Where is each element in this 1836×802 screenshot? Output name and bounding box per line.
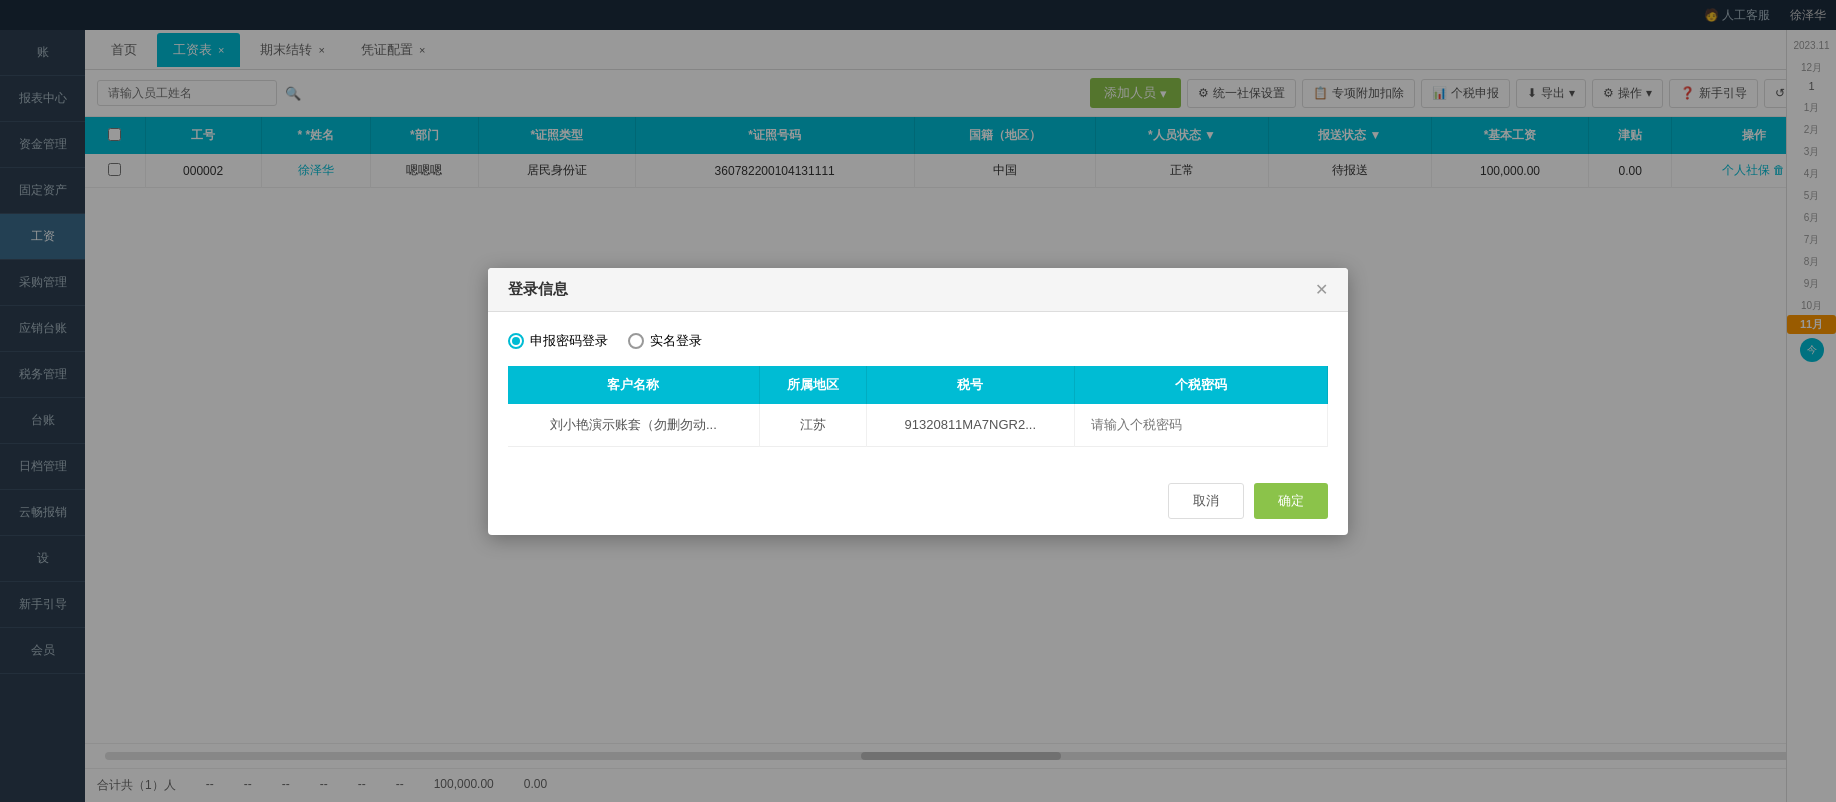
radio-realname-dot bbox=[628, 333, 644, 349]
login-info-dialog: 登录信息 ✕ 申报密码登录 实名登录 客户名称 bbox=[488, 268, 1348, 535]
col-client-name: 客户名称 bbox=[508, 366, 759, 404]
radio-realname-label: 实名登录 bbox=[650, 332, 702, 350]
dialog-table-header: 客户名称 所属地区 税号 个税密码 bbox=[508, 366, 1328, 404]
password-input-cell[interactable] bbox=[1074, 404, 1328, 447]
col-tax-password: 个税密码 bbox=[1074, 366, 1328, 404]
radio-group: 申报密码登录 实名登录 bbox=[508, 332, 1328, 350]
dialog-close-button[interactable]: ✕ bbox=[1315, 280, 1328, 299]
tax-password-input[interactable] bbox=[1091, 417, 1312, 432]
radio-realname-login[interactable]: 实名登录 bbox=[628, 332, 702, 350]
dialog-table-row: 刘小艳演示账套（勿删勿动... 江苏 91320811MA7NGR2... bbox=[508, 404, 1328, 447]
cancel-button[interactable]: 取消 bbox=[1168, 483, 1244, 519]
dialog-footer: 取消 确定 bbox=[488, 467, 1348, 535]
modal-overlay: 登录信息 ✕ 申报密码登录 实名登录 客户名称 bbox=[0, 0, 1836, 802]
col-tax-number: 税号 bbox=[867, 366, 1074, 404]
dialog-table: 客户名称 所属地区 税号 个税密码 刘小艳演示账套（勿删勿动... 江苏 913… bbox=[508, 366, 1328, 447]
dialog-title: 登录信息 bbox=[508, 280, 568, 299]
region-cell: 江苏 bbox=[759, 404, 866, 447]
tax-number-cell: 91320811MA7NGR2... bbox=[867, 404, 1074, 447]
radio-password-label: 申报密码登录 bbox=[530, 332, 608, 350]
col-region: 所属地区 bbox=[759, 366, 866, 404]
client-name-cell: 刘小艳演示账套（勿删勿动... bbox=[508, 404, 759, 447]
dialog-body: 申报密码登录 实名登录 客户名称 所属地区 税号 个税密码 bbox=[488, 312, 1348, 467]
radio-password-dot bbox=[508, 333, 524, 349]
radio-password-login[interactable]: 申报密码登录 bbox=[508, 332, 608, 350]
confirm-button[interactable]: 确定 bbox=[1254, 483, 1328, 519]
dialog-header: 登录信息 ✕ bbox=[488, 268, 1348, 312]
